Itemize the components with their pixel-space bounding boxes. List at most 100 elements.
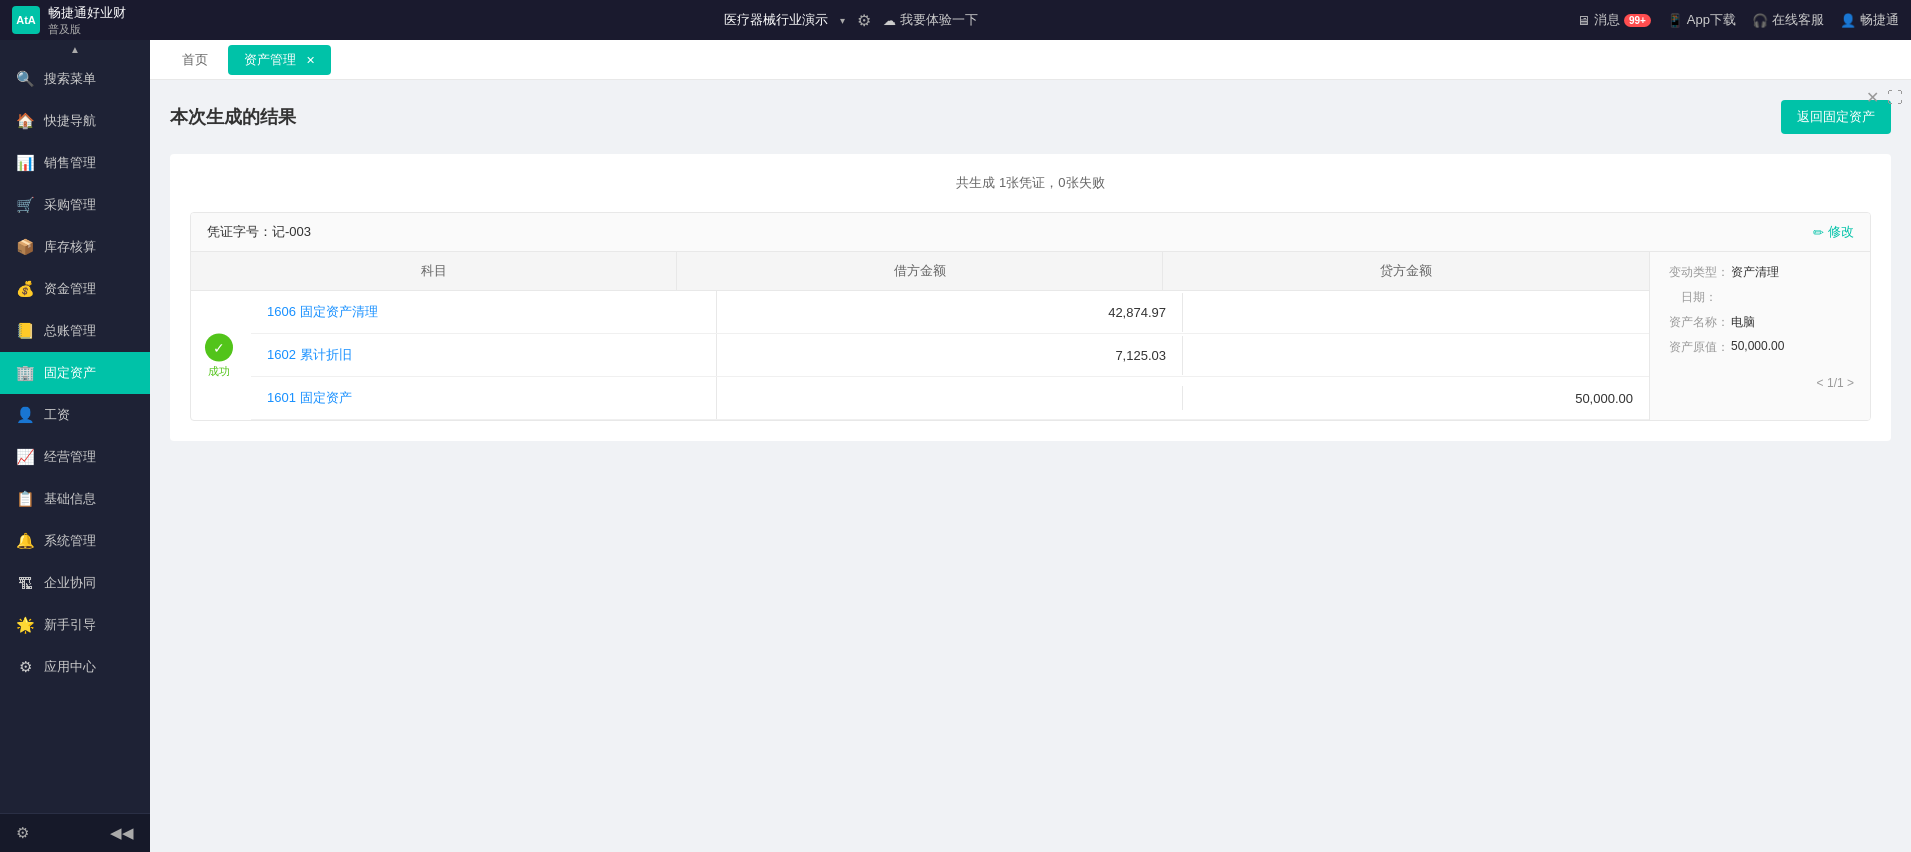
date-label: 日期： [1666, 289, 1731, 306]
sidebar-label-fixed-assets: 固定资产 [44, 364, 96, 382]
settings-icon[interactable]: ⚙ [857, 11, 871, 30]
sidebar-item-inventory[interactable]: 📦 库存核算 [0, 226, 150, 268]
sidebar-item-fixed-assets[interactable]: 🏢 固定资产 [0, 352, 150, 394]
logo-icon: AtA [12, 6, 40, 34]
content-wrapper: 首页 资产管理 ✕ 本次生成的结果 返回固定资产 共生成 1张凭证，0张失败 凭… [150, 40, 1911, 852]
experience-icon: ☁ [883, 13, 896, 28]
pagination-text: 1/1 [1827, 376, 1847, 390]
sidebar-label-inventory: 库存核算 [44, 238, 96, 256]
debit-cell [717, 386, 1183, 410]
sidebar-bottom: ⚙ ◀◀ [0, 813, 150, 852]
top-header: AtA 畅捷通好业财 普及版 医疗器械行业演示 ▾ ⚙ ☁ 我要体验一下 🖥 消… [0, 0, 1911, 40]
sidebar-icon-fixed-assets: 🏢 [16, 364, 34, 382]
sidebar-icon-enterprise: 🏗 [16, 575, 34, 592]
table-body: ✓ 成功 1606 固定资产清理 42,874.97 1602 累计折旧 7,1… [191, 291, 1649, 420]
voucher-table: 科目 借方金额 贷方金额 ✓ 成功 [191, 252, 1650, 420]
credit-cell [1183, 300, 1649, 324]
sidebar-item-search[interactable]: 🔍 搜索菜单 [0, 58, 150, 100]
sidebar-collapse-icon[interactable]: ◀◀ [110, 824, 134, 842]
app-name: 畅捷通好业财 [48, 4, 126, 22]
result-summary: 共生成 1张凭证，0张失败 凭证字号：记-003 ✏ 修改 [170, 154, 1891, 441]
voucher-no: 凭证字号：记-003 [207, 223, 311, 241]
sidebar-label-enterprise: 企业协同 [44, 574, 96, 592]
online-service-btn[interactable]: 🎧 在线客服 [1752, 11, 1824, 29]
asset-original-label: 资产原值： [1666, 339, 1731, 356]
experience-btn[interactable]: ☁ 我要体验一下 [883, 11, 978, 29]
table-header: 科目 借方金额 贷方金额 [191, 252, 1649, 291]
notification-icon: 🖥 [1577, 13, 1590, 28]
app-download-btn[interactable]: 📱 App下载 [1667, 11, 1736, 29]
sidebar-icon-basic-info: 📋 [16, 490, 34, 508]
debit-cell: 7,125.03 [717, 336, 1183, 375]
voucher-info-panel: 变动类型： 资产清理 日期： 资产名称： 电脑 [1650, 252, 1870, 420]
sidebar-item-enterprise[interactable]: 🏗 企业协同 [0, 562, 150, 604]
voucher-table-wrapper: 科目 借方金额 贷方金额 ✓ 成功 [191, 252, 1870, 420]
table-rows: 1606 固定资产清理 42,874.97 1602 累计折旧 7,125.03… [251, 291, 1649, 420]
col-subject: 科目 [191, 252, 677, 290]
voucher-section: 凭证字号：记-003 ✏ 修改 科目 借方金额 [190, 212, 1871, 421]
col-debit: 借方金额 [677, 252, 1163, 290]
sidebar-item-system[interactable]: 🔔 系统管理 [0, 520, 150, 562]
sidebar-label-finance: 资金管理 [44, 280, 96, 298]
edit-btn[interactable]: ✏ 修改 [1813, 223, 1854, 241]
sidebar-icon-ledger: 📒 [16, 322, 34, 340]
table-row: 1602 累计折旧 7,125.03 [251, 334, 1649, 377]
sidebar-icon-app-center: ⚙ [16, 658, 34, 676]
sidebar-items: 🔍 搜索菜单 🏠 快捷导航 📊 销售管理 🛒 采购管理 📦 库存核算 💰 资金管… [0, 58, 150, 813]
tab-close-icon[interactable]: ✕ [306, 54, 315, 66]
sidebar-item-operation[interactable]: 📈 经营管理 [0, 436, 150, 478]
dialog-controls: ✕ ⛶ [1858, 80, 1911, 115]
notification-badge: 99+ [1624, 14, 1651, 27]
notification-btn[interactable]: 🖥 消息 99+ [1577, 11, 1651, 29]
info-change-type: 变动类型： 资产清理 [1666, 264, 1854, 281]
asset-name-value: 电脑 [1731, 314, 1755, 331]
credit-cell [1183, 343, 1649, 367]
asset-original-value: 50,000.00 [1731, 339, 1784, 356]
sidebar-item-purchase[interactable]: 🛒 采购管理 [0, 184, 150, 226]
sidebar-label-ledger: 总账管理 [44, 322, 96, 340]
sidebar-label-purchase: 采购管理 [44, 196, 96, 214]
subject-cell: 1606 固定资产清理 [251, 291, 717, 333]
sidebar-label-guide: 新手引导 [44, 616, 96, 634]
prev-page-icon[interactable]: < [1817, 376, 1824, 390]
change-type-label: 变动类型： [1666, 264, 1731, 281]
service-icon: 🎧 [1752, 13, 1768, 28]
sidebar-item-ledger[interactable]: 📒 总账管理 [0, 310, 150, 352]
sidebar-item-payroll[interactable]: 👤 工资 [0, 394, 150, 436]
tab-assets[interactable]: 资产管理 ✕ [228, 45, 331, 75]
sidebar-item-finance[interactable]: 💰 资金管理 [0, 268, 150, 310]
dialog-close-btn[interactable]: ✕ [1866, 88, 1879, 107]
header-center: 医疗器械行业演示 ▾ ⚙ ☁ 我要体验一下 [724, 11, 978, 30]
sidebar-item-guide[interactable]: 🌟 新手引导 [0, 604, 150, 646]
col-credit: 贷方金额 [1163, 252, 1649, 290]
sidebar-item-quick-nav[interactable]: 🏠 快捷导航 [0, 100, 150, 142]
sidebar-item-sales[interactable]: 📊 销售管理 [0, 142, 150, 184]
info-asset-original: 资产原值： 50,000.00 [1666, 339, 1854, 356]
sidebar-label-basic-info: 基础信息 [44, 490, 96, 508]
company-dropdown-icon[interactable]: ▾ [840, 15, 845, 26]
debit-cell: 42,874.97 [717, 293, 1183, 332]
company-name: 医疗器械行业演示 [724, 11, 828, 29]
logo-area: AtA 畅捷通好业财 普及版 [12, 4, 126, 37]
success-label: 成功 [205, 363, 233, 378]
sidebar-icon-payroll: 👤 [16, 406, 34, 424]
sidebar-settings-icon[interactable]: ⚙ [16, 824, 29, 842]
sidebar-icon-inventory: 📦 [16, 238, 34, 256]
dialog-expand-btn[interactable]: ⛶ [1887, 88, 1903, 107]
tab-home[interactable]: 首页 [166, 45, 224, 75]
info-pagination[interactable]: < 1/1 > [1666, 376, 1854, 390]
user-icon: 👤 [1840, 13, 1856, 28]
tabs-bar: 首页 资产管理 ✕ [150, 40, 1911, 80]
sidebar-label-quick-nav: 快捷导航 [44, 112, 96, 130]
sidebar-item-app-center[interactable]: ⚙ 应用中心 [0, 646, 150, 688]
user-btn[interactable]: 👤 畅捷通 [1840, 11, 1899, 29]
sidebar-item-basic-info[interactable]: 📋 基础信息 [0, 478, 150, 520]
next-page-icon[interactable]: > [1847, 376, 1854, 390]
sidebar: ▲ 🔍 搜索菜单 🏠 快捷导航 📊 销售管理 🛒 采购管理 📦 库存核算 💰 资… [0, 40, 150, 852]
asset-name-label: 资产名称： [1666, 314, 1731, 331]
page-content: 本次生成的结果 返回固定资产 共生成 1张凭证，0张失败 凭证字号：记-003 … [150, 80, 1911, 852]
sidebar-label-payroll: 工资 [44, 406, 70, 424]
download-icon: 📱 [1667, 13, 1683, 28]
sidebar-scroll-up[interactable]: ▲ [0, 40, 150, 58]
sidebar-icon-finance: 💰 [16, 280, 34, 298]
